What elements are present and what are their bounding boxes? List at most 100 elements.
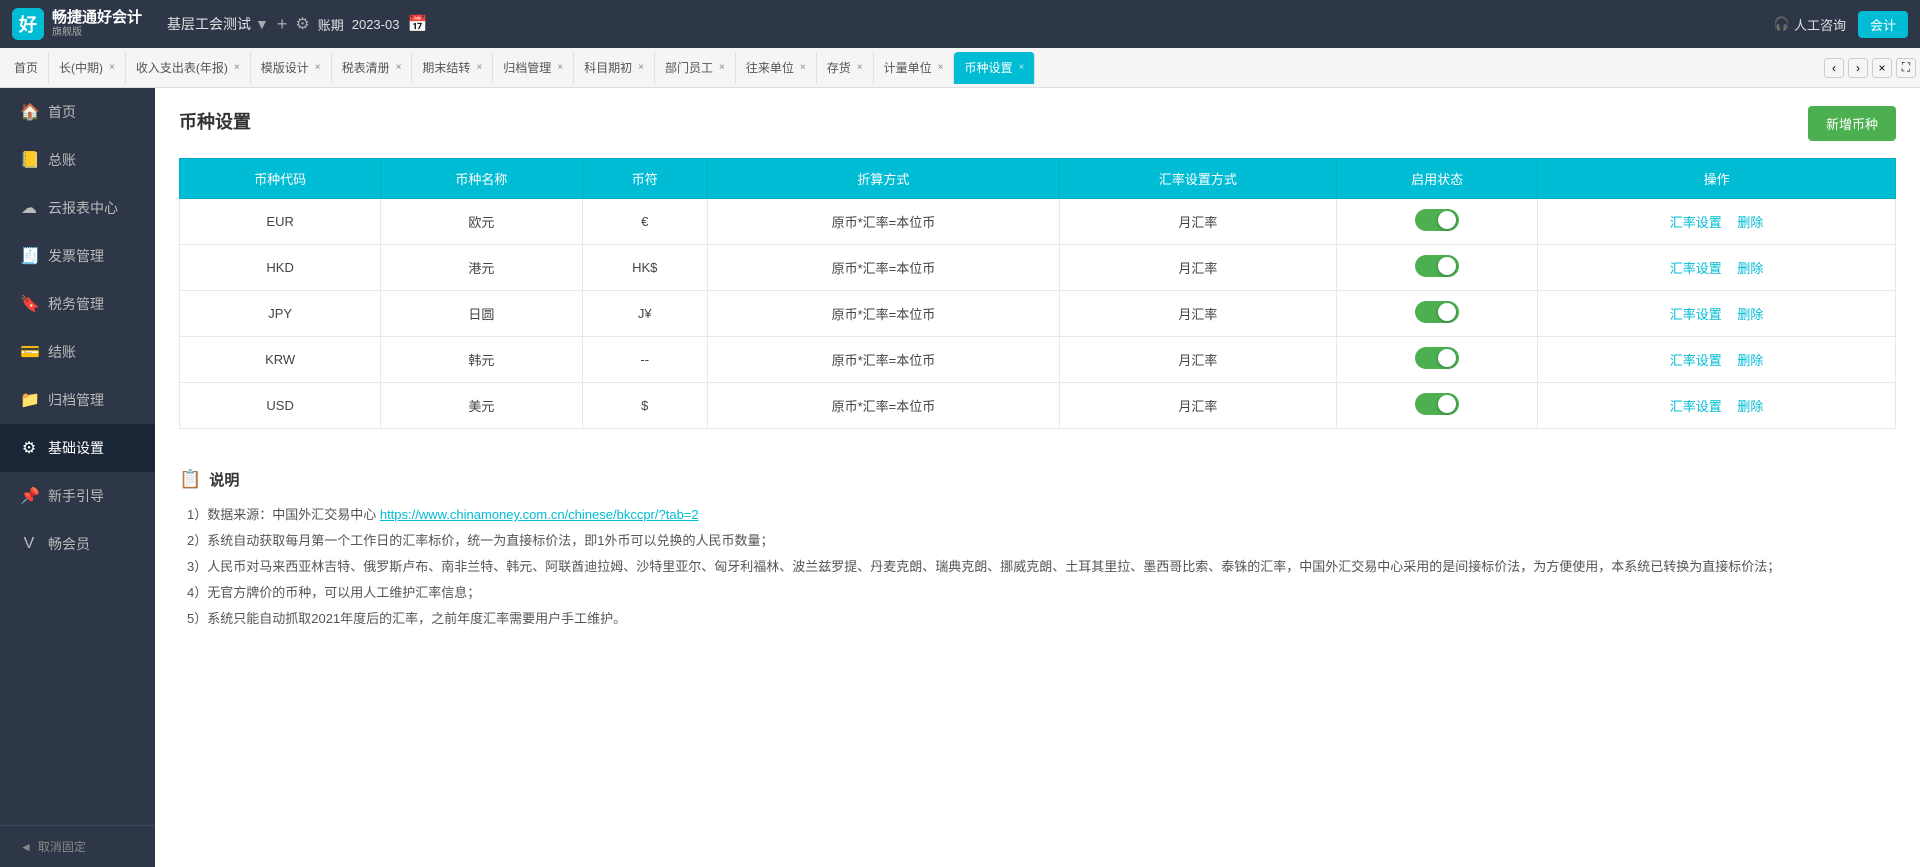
cell-code-3: KRW [180,337,381,383]
tab-prev-button[interactable]: ‹ [1824,58,1844,78]
cell-status-1[interactable] [1336,245,1537,291]
toggle-thumb-1 [1438,257,1456,275]
toggle-track-3 [1415,347,1459,369]
rate-settings-link-0[interactable]: 汇率设置 [1670,215,1722,230]
topbar-right: 🎧 人工咨询 会计 [1774,11,1908,38]
logo-icon: 好 [12,8,44,40]
tab-archive[interactable]: 归档管理 × [493,52,574,84]
col-actions: 操作 [1538,159,1896,199]
toggle-track-1 [1415,255,1459,277]
topbar: 好 畅捷通好会计 旗舰版 基层工会测试 ▼ + ⚙ 账期 2023-03 📅 🎧… [0,0,1920,48]
tab-close-icon[interactable]: × [315,62,321,73]
cell-actions-0: 汇率设置 删除 [1538,199,1896,245]
tab-close-icon[interactable]: × [1018,62,1024,73]
note-item-1: 1）数据来源：中国外汇交易中心 https://www.chinamoney.c… [179,502,1896,528]
rate-settings-link-2[interactable]: 汇率设置 [1670,307,1722,322]
tab-close-icon[interactable]: × [557,62,563,73]
sidebar-item-home[interactable]: 🏠 首页 [0,88,155,136]
tab-inventory[interactable]: 存货 × [817,52,874,84]
sidebar-item-member[interactable]: V 畅会员 [0,520,155,568]
sidebar-item-archive[interactable]: 📁 归档管理 [0,376,155,424]
tab-close-icon[interactable]: × [109,62,115,73]
sidebar-item-report-center[interactable]: ☁ 云报表中心 [0,184,155,232]
table-header-row: 币种代码 币种名称 币符 折算方式 汇率设置方式 启用状态 操作 [180,159,1896,199]
page-header: 币种设置 新增币种 [179,108,1896,150]
content-area: 币种设置 新增币种 币种代码 币种名称 币符 折算方式 汇率设置方式 启用状态 … [155,88,1920,867]
cell-rate-type-2: 月汇率 [1059,291,1336,337]
tab-close-icon[interactable]: × [857,62,863,73]
tab-next-button[interactable]: › [1848,58,1868,78]
cell-actions-2: 汇率设置 删除 [1538,291,1896,337]
toggle-switch-2[interactable] [1415,301,1459,323]
cell-status-2[interactable] [1336,291,1537,337]
tab-close-icon[interactable]: × [396,62,402,73]
sidebar-item-settlement[interactable]: 💳 结账 [0,328,155,376]
cell-symbol-3: -- [582,337,707,383]
col-symbol: 币符 [582,159,707,199]
account-button[interactable]: 会计 [1858,11,1908,38]
tab-home[interactable]: 首页 [4,52,49,84]
tab-currency-settings[interactable]: 币种设置 × [954,52,1035,84]
sidebar-item-guide[interactable]: 📌 新手引导 [0,472,155,520]
tab-department-staff[interactable]: 部门员工 × [655,52,736,84]
notes-list: 1）数据来源：中国外汇交易中心 https://www.chinamoney.c… [179,502,1896,632]
delete-link-3[interactable]: 删除 [1737,353,1763,368]
sidebar-item-invoice[interactable]: 🧾 发票管理 [0,232,155,280]
tab-close-icon[interactable]: × [938,62,944,73]
cell-name-1: 港元 [381,245,582,291]
cell-status-3[interactable] [1336,337,1537,383]
sidebar-item-tax[interactable]: 🔖 税务管理 [0,280,155,328]
tab-close-icon[interactable]: × [638,62,644,73]
cell-rate-type-0: 月汇率 [1059,199,1336,245]
guide-icon: 📌 [20,486,38,506]
toggle-switch-1[interactable] [1415,255,1459,277]
cell-rate-type-1: 月汇率 [1059,245,1336,291]
tab-close-icon[interactable]: × [234,62,240,73]
sidebar-item-basic-settings[interactable]: ⚙ 基础设置 [0,424,155,472]
chinamoney-link[interactable]: https://www.chinamoney.com.cn/chinese/bk… [380,507,699,522]
cell-status-0[interactable] [1336,199,1537,245]
settings-icon[interactable]: ⚙ [295,14,309,34]
cell-status-4[interactable] [1336,383,1537,429]
tab-annual-report[interactable]: 收入支出表(年报) × [126,52,251,84]
tab-medium-period[interactable]: 长(中期) × [49,52,126,84]
cell-code-4: USD [180,383,381,429]
workspace-selector[interactable]: 基层工会测试 ▼ [167,14,269,34]
member-icon: V [20,535,38,553]
rate-settings-link-3[interactable]: 汇率设置 [1670,353,1722,368]
tab-template-design[interactable]: 模版设计 × [251,52,332,84]
delete-link-1[interactable]: 删除 [1737,261,1763,276]
new-currency-button[interactable]: 新增币种 [1808,106,1896,141]
delete-link-4[interactable]: 删除 [1737,399,1763,414]
tab-close-icon[interactable]: × [476,62,482,73]
col-rate-type: 汇率设置方式 [1059,159,1336,199]
cell-actions-3: 汇率设置 删除 [1538,337,1896,383]
delete-link-0[interactable]: 删除 [1737,215,1763,230]
support-button[interactable]: 🎧 人工咨询 [1774,15,1846,34]
tab-fullscreen-button[interactable]: ⛶ [1896,58,1916,78]
tab-unit[interactable]: 计量单位 × [874,52,955,84]
tab-close-all-button[interactable]: × [1872,58,1892,78]
toggle-switch-4[interactable] [1415,393,1459,415]
tab-close-icon[interactable]: × [719,62,725,73]
note-item-2: 2）系统自动获取每月第一个工作日的汇率标价，统一为直接标价法，即1外币可以兑换的… [179,528,1896,554]
tab-close-icon[interactable]: × [800,62,806,73]
main-layout: 🏠 首页 📒 总账 ☁ 云报表中心 🧾 发票管理 🔖 税务管理 💳 结账 [0,88,1920,867]
tax-icon: 🔖 [20,294,38,314]
sidebar-collapse-button[interactable]: ◄ 取消固定 [0,825,155,867]
tab-contacts[interactable]: 往来单位 × [736,52,817,84]
sidebar-item-ledger[interactable]: 📒 总账 [0,136,155,184]
notes-icon: 📋 [179,469,201,490]
cell-symbol-1: HK$ [582,245,707,291]
rate-settings-link-1[interactable]: 汇率设置 [1670,261,1722,276]
toggle-switch-3[interactable] [1415,347,1459,369]
rate-settings-link-4[interactable]: 汇率设置 [1670,399,1722,414]
tab-tax-register[interactable]: 税表清册 × [332,52,413,84]
tab-subject-initial[interactable]: 科目期初 × [574,52,655,84]
tab-period-end[interactable]: 期末结转 × [412,52,493,84]
delete-link-2[interactable]: 删除 [1737,307,1763,322]
calendar-icon[interactable]: 📅 [407,14,427,34]
toggle-switch-0[interactable] [1415,209,1459,231]
add-workspace-icon[interactable]: + [277,14,288,35]
logo-area: 好 畅捷通好会计 旗舰版 [12,8,167,40]
